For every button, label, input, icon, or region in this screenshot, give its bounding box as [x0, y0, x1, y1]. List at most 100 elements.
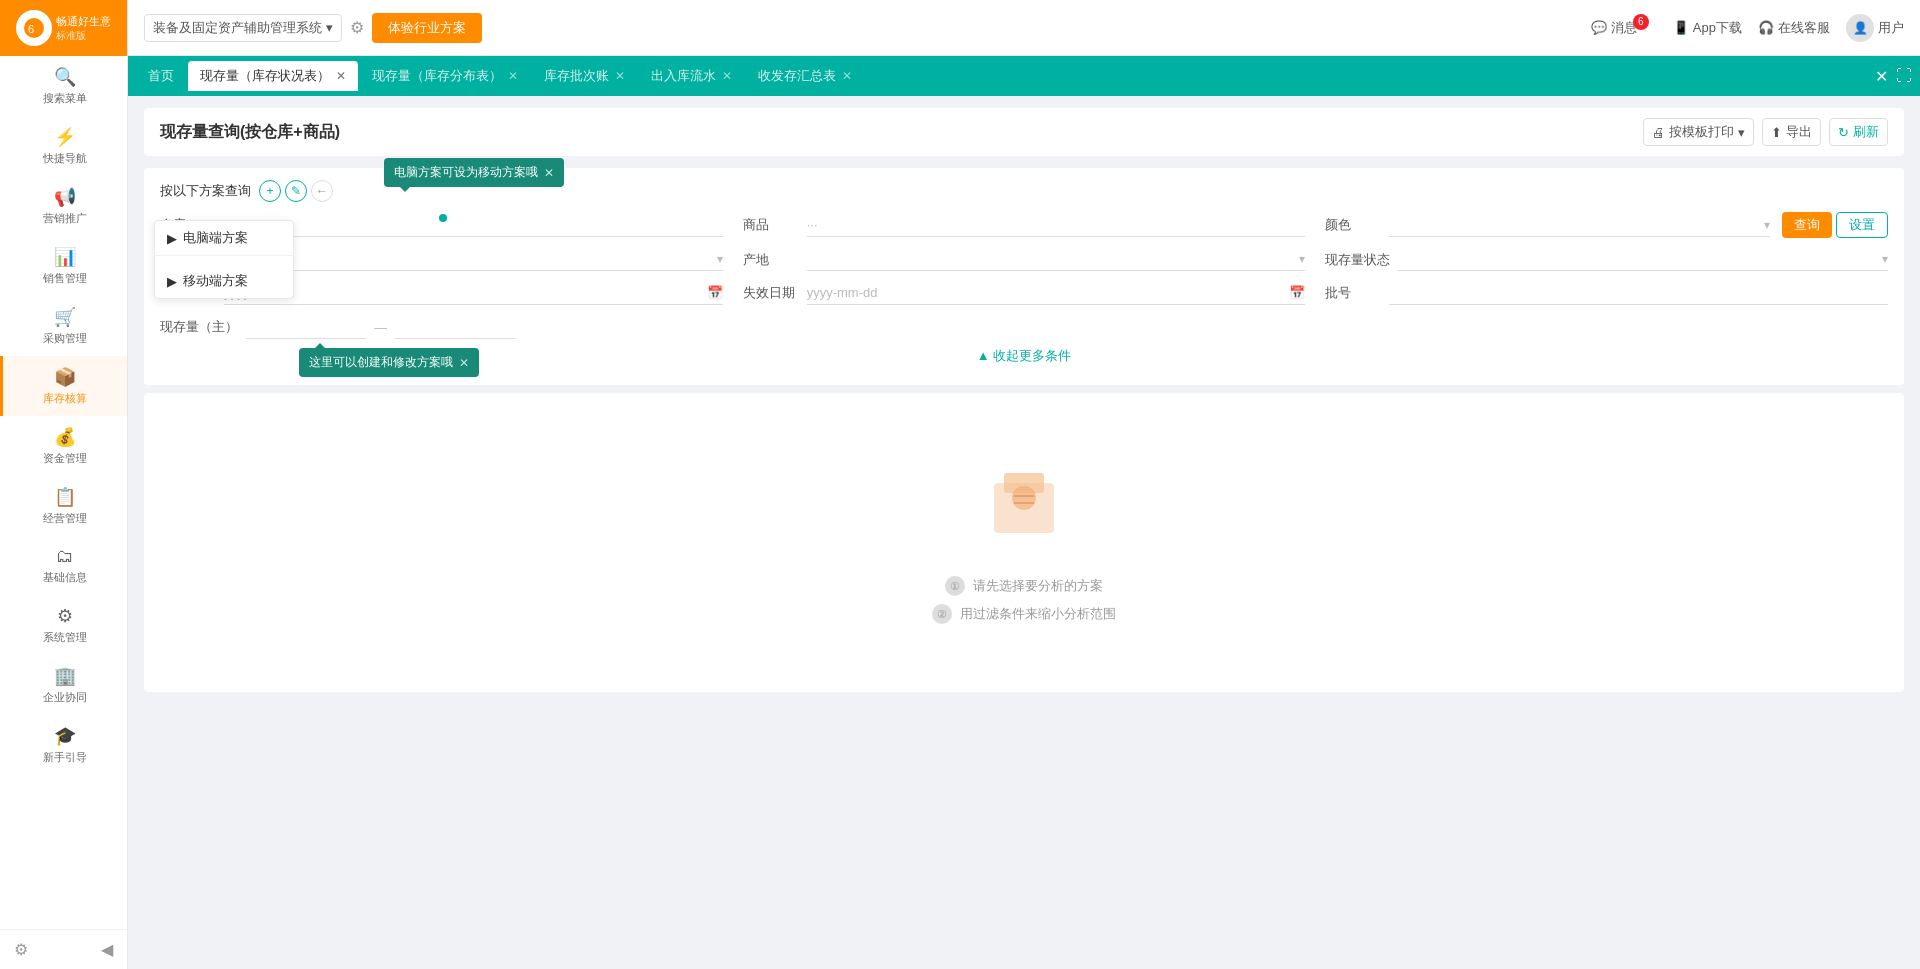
tab-inventory-batch-label: 库存批次账: [544, 67, 609, 85]
warehouse-select-wrapper[interactable]: ···: [224, 213, 723, 237]
inventory-icon: 📦: [54, 366, 76, 388]
pc-scheme-item[interactable]: ▶ 电脑端方案: [155, 221, 293, 255]
tab-inventory-dist[interactable]: 现存量（库存分布表） ✕: [360, 61, 530, 91]
sidebar-item-operations[interactable]: 📋 经营管理: [0, 476, 127, 536]
dot-connector: [439, 214, 447, 222]
origin-select-wrapper[interactable]: ▾: [807, 248, 1306, 271]
export-button[interactable]: ⬆ 导出: [1762, 118, 1821, 146]
scheme-tooltip-text: 电脑方案可设为移动方案哦: [394, 164, 538, 181]
finance-icon: 💰: [54, 426, 76, 448]
qty-min-input[interactable]: [246, 315, 366, 339]
selector-arrow-icon: ▾: [326, 20, 333, 35]
back-scheme-button[interactable]: ←: [311, 180, 333, 202]
tab-home[interactable]: 首页: [136, 61, 186, 91]
sidebar-item-quick-nav[interactable]: ⚡ 快捷导航: [0, 116, 127, 176]
tab-io-flow-label: 出入库流水: [651, 67, 716, 85]
color-select-wrapper[interactable]: ▾: [1389, 214, 1770, 237]
support-icon: 🎧: [1758, 20, 1774, 35]
tab-inventory-dist-label: 现存量（库存分布表）: [372, 67, 502, 85]
add-scheme-button[interactable]: +: [259, 180, 281, 202]
sidebar-item-search-menu[interactable]: 🔍 搜索菜单: [0, 56, 127, 116]
sidebar-item-guide[interactable]: 🎓 新手引导: [0, 715, 127, 775]
origin-arrow-icon: ▾: [1299, 252, 1305, 266]
user-item[interactable]: 👤 用户: [1846, 14, 1904, 42]
origin-label: 产地: [743, 251, 799, 269]
pc-scheme-label: 电脑端方案: [183, 229, 248, 247]
header: 装备及固定资产辅助管理系统 ▾ ⚙ 体验行业方案 💬 消息 6 📱 App下载 …: [128, 0, 1920, 56]
mobile-scheme-item[interactable]: ▶ 移动端方案: [155, 264, 293, 298]
refresh-button[interactable]: ↻ 刷新: [1829, 118, 1888, 146]
exp-date-placeholder: yyyy-mm-dd: [807, 285, 1286, 300]
tab-inventory-dist-close[interactable]: ✕: [508, 69, 518, 83]
sidebar-item-marketing-label: 营销推广: [43, 211, 87, 226]
scheme-tooltip-close[interactable]: ✕: [544, 166, 554, 180]
sidebar-collapse-icon[interactable]: ◀: [101, 940, 113, 959]
system-icon: ⚙: [57, 605, 73, 627]
tab-io-flow[interactable]: 出入库流水 ✕: [639, 61, 744, 91]
prod-date-input[interactable]: yyyy-mm-dd 📅: [224, 281, 723, 305]
sidebar-item-finance-label: 资金管理: [43, 451, 87, 466]
tab-io-flow-close[interactable]: ✕: [722, 69, 732, 83]
brand-badge: 标准版: [56, 29, 111, 42]
sidebar-logo: 6 畅通好生意 标准版: [0, 0, 127, 56]
product-select-wrapper[interactable]: ···: [807, 213, 1306, 237]
batch-input[interactable]: [1389, 281, 1888, 305]
sidebar-item-marketing[interactable]: 📢 营销推广: [0, 176, 127, 236]
sidebar-item-basic-info[interactable]: 🗂 基础信息: [0, 536, 127, 595]
exp-date-input[interactable]: yyyy-mm-dd 📅: [807, 281, 1306, 305]
template-print-label: 按模板打印: [1669, 123, 1734, 141]
header-gear-icon[interactable]: ⚙: [350, 18, 364, 37]
inv-status-select-wrapper[interactable]: ▾: [1398, 248, 1888, 271]
app-download-item[interactable]: 📱 App下载: [1673, 19, 1742, 37]
export-icon: ⬆: [1771, 125, 1782, 140]
sidebar-item-enterprise[interactable]: 🏢 企业协同: [0, 655, 127, 715]
qty-max-input[interactable]: [395, 315, 515, 339]
sidebar-item-search-menu-label: 搜索菜单: [43, 91, 87, 106]
expand-pc-icon: ▶: [167, 231, 177, 246]
messages-item[interactable]: 💬 消息 6: [1591, 19, 1657, 37]
page-actions: 🖨 按模板打印 ▾ ⬆ 导出 ↻ 刷新: [1643, 118, 1888, 146]
system-selector[interactable]: 装备及固定资产辅助管理系统 ▾: [144, 14, 342, 42]
sales-icon: 📊: [54, 246, 76, 268]
setting-button[interactable]: 设置: [1836, 212, 1888, 238]
exp-date-calendar-icon[interactable]: 📅: [1289, 285, 1305, 300]
mobile-scheme-label: 移动端方案: [183, 272, 248, 290]
sidebar-settings-icon[interactable]: ⚙: [14, 940, 28, 959]
template-print-button[interactable]: 🖨 按模板打印 ▾: [1643, 118, 1754, 146]
sidebar-item-purchase[interactable]: 🛒 采购管理: [0, 296, 127, 356]
main-area: 装备及固定资产辅助管理系统 ▾ ⚙ 体验行业方案 💬 消息 6 📱 App下载 …: [128, 0, 1920, 969]
empty-step2-text: 用过滤条件来缩小分析范围: [960, 605, 1116, 623]
tab-close-all-icon[interactable]: ✕: [1875, 67, 1888, 86]
size-select-wrapper[interactable]: ▾: [224, 248, 723, 271]
sidebar-item-guide-label: 新手引导: [43, 750, 87, 765]
tab-recv-send-close[interactable]: ✕: [842, 69, 852, 83]
prod-date-calendar-icon[interactable]: 📅: [707, 285, 723, 300]
sidebar-item-operations-label: 经营管理: [43, 511, 87, 526]
tab-inventory-batch[interactable]: 库存批次账 ✕: [532, 61, 637, 91]
trial-button[interactable]: 体验行业方案: [372, 13, 482, 43]
product-label: 商品: [743, 216, 799, 234]
tab-inventory-batch-close[interactable]: ✕: [615, 69, 625, 83]
sidebar-item-system[interactable]: ⚙ 系统管理: [0, 595, 127, 655]
sidebar-item-inventory[interactable]: 📦 库存核算: [0, 356, 127, 416]
tab-fullscreen-icon[interactable]: ⛶: [1896, 67, 1912, 86]
exp-date-label: 失效日期: [743, 284, 799, 302]
size-arrow-icon: ▾: [717, 252, 723, 266]
empty-step1-text: 请先选择要分析的方案: [973, 577, 1103, 595]
filter-row-batch: 批号: [1325, 281, 1888, 305]
brand-icon: 6: [16, 10, 52, 46]
edit-scheme-button[interactable]: ✎: [285, 180, 307, 202]
tab-recv-send[interactable]: 收发存汇总表 ✕: [746, 61, 864, 91]
filter-grid-row3: 生产日期 yyyy-mm-dd 📅 失效日期 yyyy-mm-dd 📅: [160, 281, 1888, 305]
online-support-item[interactable]: 🎧 在线客服: [1758, 19, 1830, 37]
phone-icon: 📱: [1673, 20, 1689, 35]
step1-num: ①: [945, 576, 965, 596]
tab-inventory-status-close[interactable]: ✕: [336, 69, 346, 83]
sidebar-item-sales[interactable]: 📊 销售管理: [0, 236, 127, 296]
create-scheme-tooltip-close[interactable]: ✕: [459, 356, 469, 370]
warehouse-dots: ···: [224, 217, 723, 232]
sidebar-item-finance[interactable]: 💰 资金管理: [0, 416, 127, 476]
tab-inventory-status[interactable]: 现存量（库存状况表） ✕: [188, 61, 358, 91]
page-title: 现存量查询(按仓库+商品): [160, 122, 340, 143]
search-button[interactable]: 查询: [1782, 212, 1832, 238]
